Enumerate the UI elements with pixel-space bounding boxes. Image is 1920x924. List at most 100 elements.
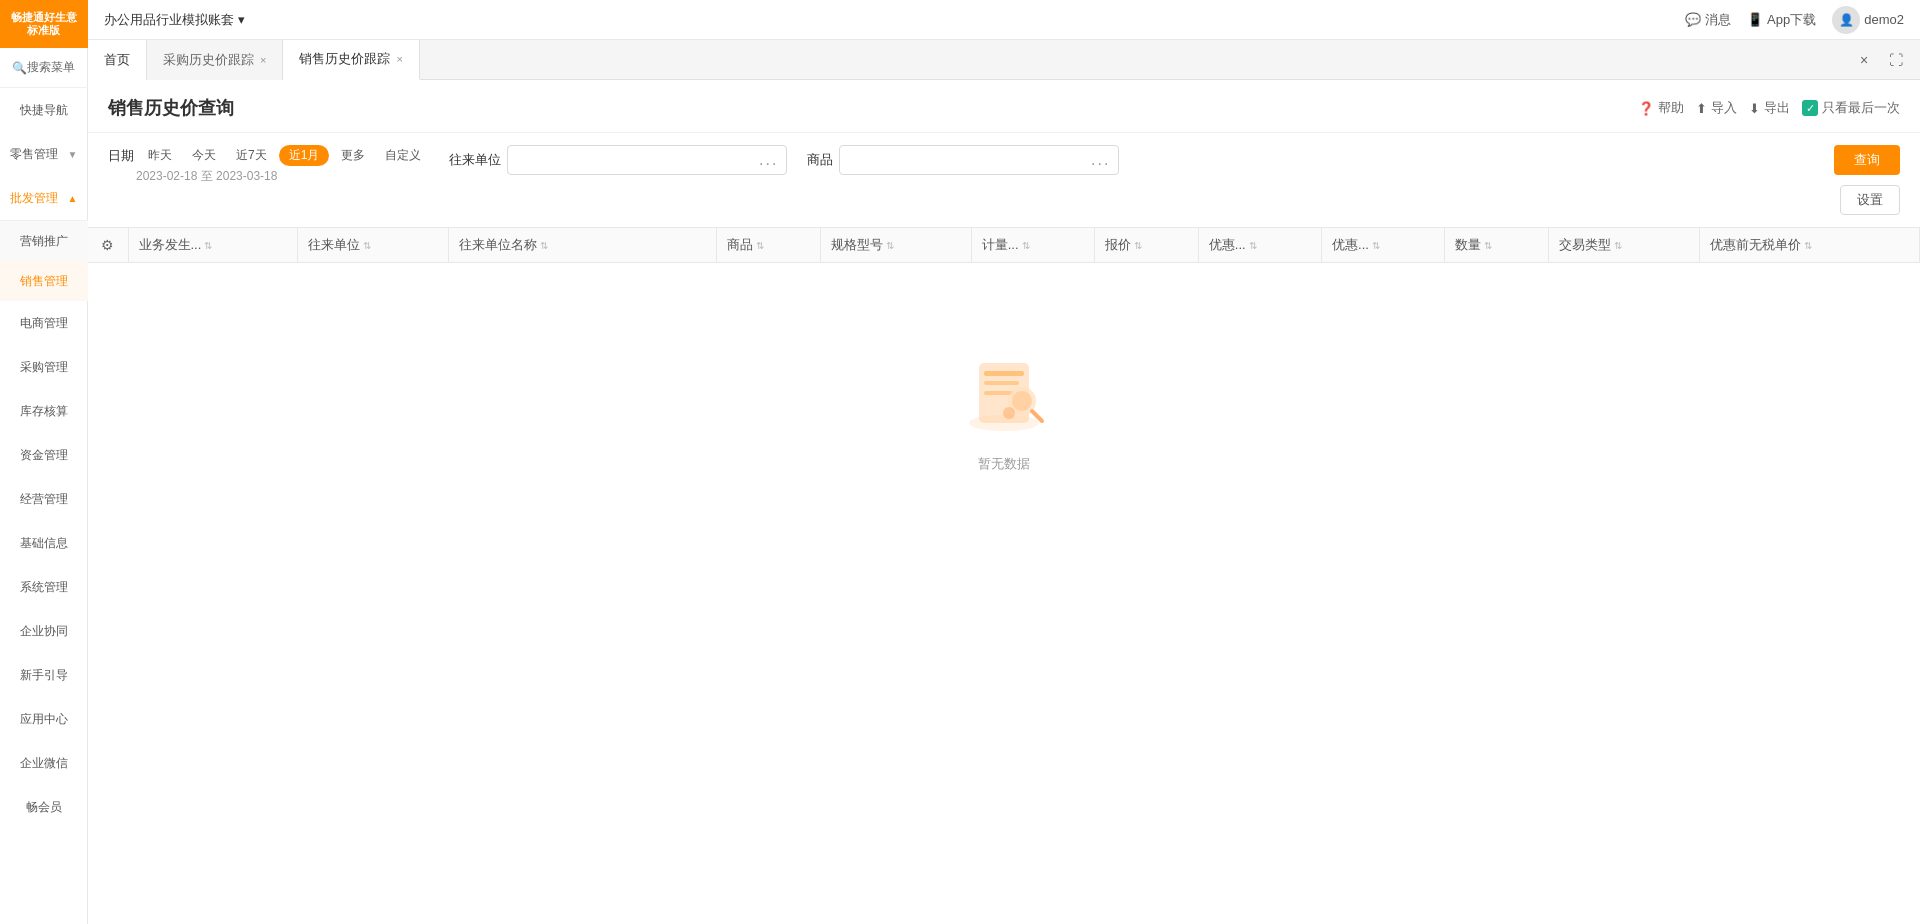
export-btn[interactable]: ⬇ 导出 — [1749, 99, 1790, 117]
finance-label: 资金管理 — [20, 447, 68, 464]
empty-icon — [954, 343, 1054, 443]
help-label: 帮助 — [1658, 99, 1684, 117]
sidebar-item-enterprise[interactable]: 企业协同 — [0, 609, 88, 653]
tab-sales-close[interactable]: × — [396, 53, 402, 65]
col-date[interactable]: 业务发生... ⇅ — [128, 228, 298, 263]
page-actions: ❓ 帮助 ⬆ 导入 ⬇ 导出 ✓ 只看最后一次 — [1638, 99, 1900, 117]
app-download-label: App下载 — [1767, 11, 1816, 29]
app-download-btn[interactable]: 📱 App下载 — [1747, 11, 1816, 29]
app-center-label: 应用中心 — [20, 711, 68, 728]
col-settings[interactable]: ⚙ — [88, 228, 128, 263]
sort-icon-trade-type: ⇅ — [1614, 240, 1622, 251]
quick-nav-label: 快捷导航 — [20, 102, 68, 119]
date-label: 日期 — [108, 147, 134, 165]
settings-button[interactable]: 设置 — [1840, 185, 1900, 215]
col-discount1[interactable]: 优惠... ⇅ — [1198, 228, 1321, 263]
user-menu[interactable]: 👤 demo2 — [1832, 6, 1904, 34]
col-quantity[interactable]: 数量 ⇅ — [1445, 228, 1549, 263]
header-row: ⚙ 业务发生... ⇅ 往来单位 ⇅ — [88, 228, 1920, 263]
sort-icon-unit: ⇅ — [1022, 240, 1030, 251]
sidebar-item-sales[interactable]: 销售管理 — [0, 261, 88, 301]
col-quantity-label: 数量 — [1455, 236, 1481, 254]
sidebar-item-quick-nav[interactable]: 快捷导航 — [0, 88, 88, 132]
wholesale-arrow-icon: ▲ — [68, 193, 78, 204]
sidebar-item-inventory[interactable]: 库存核算 — [0, 389, 88, 433]
retail-arrow-icon: ▼ — [68, 149, 78, 160]
date-option-last1m[interactable]: 近1月 — [279, 145, 330, 166]
header-title: 办公用品行业模拟账套 — [104, 11, 234, 29]
col-unit[interactable]: 计量... ⇅ — [971, 228, 1094, 263]
tab-purchase-history[interactable]: 采购历史价跟踪 × — [147, 40, 283, 80]
settings-icon[interactable]: ⚙ — [101, 237, 114, 253]
sidebar-item-app-center[interactable]: 应用中心 — [0, 697, 88, 741]
sales-label: 销售管理 — [20, 273, 68, 290]
col-spec[interactable]: 规格型号 ⇅ — [821, 228, 971, 263]
fullscreen-btn[interactable]: ⛶ — [1884, 48, 1908, 72]
svg-rect-2 — [984, 371, 1024, 376]
product-input[interactable]: ... — [839, 145, 1119, 175]
main-area: 办公用品行业模拟账套 ▾ 💬 消息 📱 App下载 👤 demo2 首页 — [88, 0, 1920, 924]
import-btn[interactable]: ⬆ 导入 — [1696, 99, 1737, 117]
col-product[interactable]: 商品 ⇅ — [717, 228, 821, 263]
sidebar-item-member[interactable]: 畅会员 — [0, 785, 88, 829]
col-pre-tax-label: 优惠前无税单价 — [1710, 236, 1801, 254]
inventory-label: 库存核算 — [20, 403, 68, 420]
table-wrapper: ⚙ 业务发生... ⇅ 往来单位 ⇅ — [88, 228, 1920, 924]
col-discount2[interactable]: 优惠... ⇅ — [1322, 228, 1445, 263]
sort-icon-quantity: ⇅ — [1484, 240, 1492, 251]
date-option-yesterday[interactable]: 昨天 — [140, 145, 180, 166]
col-spec-label: 规格型号 — [831, 236, 883, 254]
date-option-custom[interactable]: 自定义 — [377, 145, 429, 166]
dropdown-icon: ▾ — [238, 12, 245, 27]
header-left: 办公用品行业模拟账套 ▾ — [104, 11, 245, 29]
close-tab-btn[interactable]: × — [1852, 48, 1876, 72]
page-content: 销售历史价查询 ❓ 帮助 ⬆ 导入 ⬇ 导出 ✓ 只看最后一次 — [88, 80, 1920, 924]
basic-label: 基础信息 — [20, 535, 68, 552]
sidebar-item-enterprise-wechat[interactable]: 企业微信 — [0, 741, 88, 785]
sidebar-item-newbie[interactable]: 新手引导 — [0, 653, 88, 697]
date-option-more[interactable]: 更多 — [333, 145, 373, 166]
sidebar-item-wholesale[interactable]: 批发管理 ▲ — [0, 176, 88, 220]
enterprise-label: 企业协同 — [20, 623, 68, 640]
col-counterparty-id[interactable]: 往来单位 ⇅ — [298, 228, 448, 263]
tab-sales-history[interactable]: 销售历史价跟踪 × — [283, 40, 419, 80]
app-download-icon: 📱 — [1747, 12, 1763, 27]
col-quote[interactable]: 报价 ⇅ — [1094, 228, 1198, 263]
query-button[interactable]: 查询 — [1834, 145, 1900, 175]
sidebar-item-purchase[interactable]: 采购管理 — [0, 345, 88, 389]
message-btn[interactable]: 💬 消息 — [1685, 11, 1731, 29]
logo-text: 畅捷通好生意 — [11, 11, 77, 24]
empty-text: 暂无数据 — [978, 455, 1030, 473]
col-trade-type[interactable]: 交易类型 ⇅ — [1549, 228, 1699, 263]
only-last-toggle[interactable]: ✓ 只看最后一次 — [1802, 99, 1900, 117]
counterparty-input[interactable]: ... — [507, 145, 787, 175]
search-label: 搜索菜单 — [27, 59, 75, 76]
ecommerce-label: 电商管理 — [20, 315, 68, 332]
close-icon: × — [1860, 52, 1868, 68]
sidebar-item-operations[interactable]: 经营管理 — [0, 477, 88, 521]
sidebar-item-marketing[interactable]: 营销推广 — [0, 221, 88, 261]
sidebar-item-finance[interactable]: 资金管理 — [0, 433, 88, 477]
sidebar-item-retail[interactable]: 零售管理 ▼ — [0, 132, 88, 176]
date-option-last7[interactable]: 近7天 — [228, 145, 275, 166]
filter-section: 日期 昨天 今天 近7天 近1月 更多 自定义 2023-02-18 至 202… — [88, 133, 1920, 228]
header-title-dropdown[interactable]: 办公用品行业模拟账套 ▾ — [104, 11, 245, 29]
sidebar-item-basic[interactable]: 基础信息 — [0, 521, 88, 565]
col-counterparty-name[interactable]: 往来单位名称 ⇅ — [448, 228, 717, 263]
page-header: 销售历史价查询 ❓ 帮助 ⬆ 导入 ⬇ 导出 ✓ 只看最后一次 — [88, 80, 1920, 133]
operations-label: 经营管理 — [20, 491, 68, 508]
logo: 畅捷通好生意 标准版 — [0, 0, 88, 48]
sidebar-item-system[interactable]: 系统管理 — [0, 565, 88, 609]
col-pre-tax[interactable]: 优惠前无税单价 ⇅ — [1699, 228, 1919, 263]
sort-icon-quote: ⇅ — [1134, 240, 1142, 251]
avatar-icon: 👤 — [1839, 13, 1854, 27]
only-last-checkbox[interactable]: ✓ — [1802, 100, 1818, 116]
tab-purchase-close[interactable]: × — [260, 54, 266, 66]
search-menu[interactable]: 🔍 搜索菜单 — [0, 48, 88, 88]
product-filter: 商品 ... — [807, 145, 1119, 175]
date-option-today[interactable]: 今天 — [184, 145, 224, 166]
tab-home[interactable]: 首页 — [88, 40, 147, 80]
sidebar-item-ecommerce[interactable]: 电商管理 — [0, 301, 88, 345]
help-btn[interactable]: ❓ 帮助 — [1638, 99, 1684, 117]
page-title: 销售历史价查询 — [108, 96, 234, 120]
